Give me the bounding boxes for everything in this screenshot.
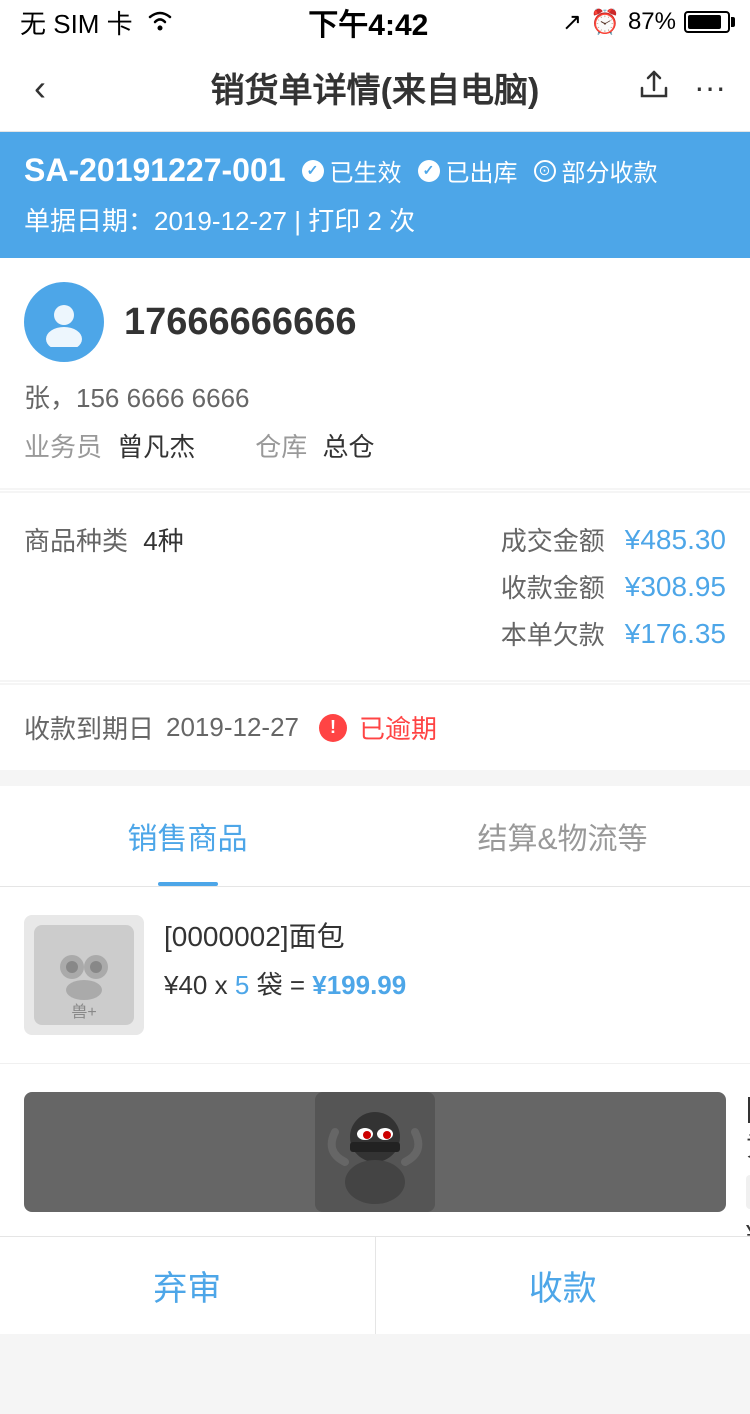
product-thumbnail-2 [24, 1092, 726, 1212]
product-batch-2: 534532 [746, 1175, 750, 1209]
status-bar-time: 下午4:42 [308, 0, 428, 44]
product-type-label: 商品种类 [24, 526, 128, 556]
status-shipped-label: 已出库 [446, 153, 518, 188]
cancel-button[interactable]: 弃审 [0, 1237, 376, 1334]
product-info-1: [0000002]面包 ¥40 x 5 袋 = ¥199.99 [164, 915, 726, 1002]
check-icon-1: ✓ [302, 160, 324, 182]
warehouse-value: 总仓 [323, 432, 375, 462]
page-title: 销货单详情(来自电脑) [211, 63, 540, 112]
financial-stats: 成交金额 ¥485.30 收款金额 ¥308.95 本单欠款 ¥176.35 [501, 521, 726, 652]
product-thumbnail-1: 兽+ [24, 915, 144, 1035]
carrier-label: 无 SIM 卡 [20, 4, 133, 41]
status-bar-left: 无 SIM 卡 [20, 4, 175, 41]
battery-label: 87% [628, 8, 676, 36]
product-unit-price-1: ¥40 [164, 970, 207, 1000]
product-name-2: [00040001]黄油曲奇 [746, 1092, 750, 1164]
clock-icon: ⊙ [534, 160, 556, 182]
sales-value: 曾凡杰 [117, 432, 195, 462]
product-total-1: ¥199.99 [312, 970, 406, 1000]
received-label: 收款金额 [501, 568, 605, 605]
status-badge-shipped: ✓ 已出库 [418, 153, 518, 188]
amount-label: 成交金额 [501, 521, 605, 558]
received-value: ¥308.95 [625, 571, 726, 603]
table-row: 兽+ [0000002]面包 ¥40 x 5 袋 = ¥199.99 [0, 887, 750, 1064]
due-label: 本单欠款 [501, 615, 605, 652]
tabs-row: 销售商品 结算&物流等 [0, 786, 750, 887]
amount-value: ¥485.30 [625, 524, 726, 556]
battery-icon [684, 11, 730, 33]
status-badge-partial: ⊙ 部分收款 [534, 153, 658, 188]
tab-sales-goods-label: 销售商品 [128, 823, 248, 856]
received-row: 收款金额 ¥308.95 [501, 568, 726, 605]
location-icon: ↗ [562, 8, 582, 37]
sales-field: 业务员 曾凡杰 [24, 427, 195, 464]
back-button[interactable]: ‹ [24, 57, 56, 119]
order-id: SA-20191227-001 [24, 152, 286, 189]
amount-row: 成交金额 ¥485.30 [501, 521, 726, 558]
check-icon-2: ✓ [418, 160, 440, 182]
due-date-section: 收款到期日 2019-12-27 ! 已逾期 [0, 685, 750, 770]
svg-text:兽+: 兽+ [71, 1003, 96, 1021]
more-icon[interactable]: ··· [694, 69, 726, 106]
product-price-1: ¥40 x 5 袋 = ¥199.99 [164, 965, 726, 1002]
alarm-icon: ⏰ [590, 8, 620, 37]
share-icon[interactable] [638, 68, 670, 108]
nav-right-actions: ··· [638, 68, 726, 108]
product-type-value: 4种 [143, 526, 183, 556]
order-header: SA-20191227-001 ✓ 已生效 ✓ 已出库 ⊙ 部分收款 单据日期：… [0, 132, 750, 258]
warehouse-field: 仓库 总仓 [255, 427, 374, 464]
wifi-icon [145, 7, 175, 38]
order-meta: 单据日期：2019-12-27 | 打印 2 次 [24, 201, 726, 238]
order-date: 单据日期：2019-12-27 [24, 206, 287, 236]
avatar [24, 282, 104, 362]
customer-account: 17666666666 [124, 301, 356, 344]
product-unit-1: 袋 [257, 970, 283, 1000]
due-row: 本单欠款 ¥176.35 [501, 615, 726, 652]
customer-fields: 业务员 曾凡杰 仓库 总仓 [24, 427, 726, 464]
bottom-bar: 弃审 收款 [0, 1236, 750, 1334]
customer-contact: 张，156 6666 6666 [24, 378, 726, 415]
status-bar-right: ↗ ⏰ 87% [562, 8, 730, 37]
customer-row: 17666666666 [24, 282, 726, 362]
due-date-label: 收款到期日 [24, 709, 154, 746]
product-name-1: [0000002]面包 [164, 915, 726, 955]
due-date-value: 2019-12-27 [166, 712, 299, 743]
order-print-count: | 打印 2 次 [294, 206, 415, 236]
status-partial-label: 部分收款 [562, 153, 658, 188]
tab-settlement[interactable]: 结算&物流等 [375, 786, 750, 886]
product-type-stat: 商品种类 4种 [24, 521, 184, 558]
confirm-button[interactable]: 收款 [376, 1237, 750, 1334]
order-header-row1: SA-20191227-001 ✓ 已生效 ✓ 已出库 ⊙ 部分收款 [24, 152, 726, 189]
overdue-icon: ! [319, 714, 347, 742]
product-qty-1: 5 [235, 970, 249, 1000]
tab-settlement-label: 结算&物流等 [477, 823, 647, 856]
stats-section: 商品种类 4种 成交金额 ¥485.30 收款金额 ¥308.95 本单欠款 ¥… [0, 493, 750, 680]
nav-bar: ‹ 销货单详情(来自电脑) ··· [0, 44, 750, 132]
overdue-label: 已逾期 [359, 709, 437, 746]
sales-label: 业务员 [24, 432, 102, 462]
customer-section: 17666666666 张，156 6666 6666 业务员 曾凡杰 仓库 总… [0, 258, 750, 488]
warehouse-label: 仓库 [255, 432, 307, 462]
due-value: ¥176.35 [625, 618, 726, 650]
status-bar: 无 SIM 卡 下午4:42 ↗ ⏰ 87% [0, 0, 750, 44]
status-badge-active: ✓ 已生效 [302, 153, 402, 188]
tab-sales-goods[interactable]: 销售商品 [0, 786, 375, 886]
status-active-label: 已生效 [330, 153, 402, 188]
tabs-section: 销售商品 结算&物流等 [0, 786, 750, 887]
